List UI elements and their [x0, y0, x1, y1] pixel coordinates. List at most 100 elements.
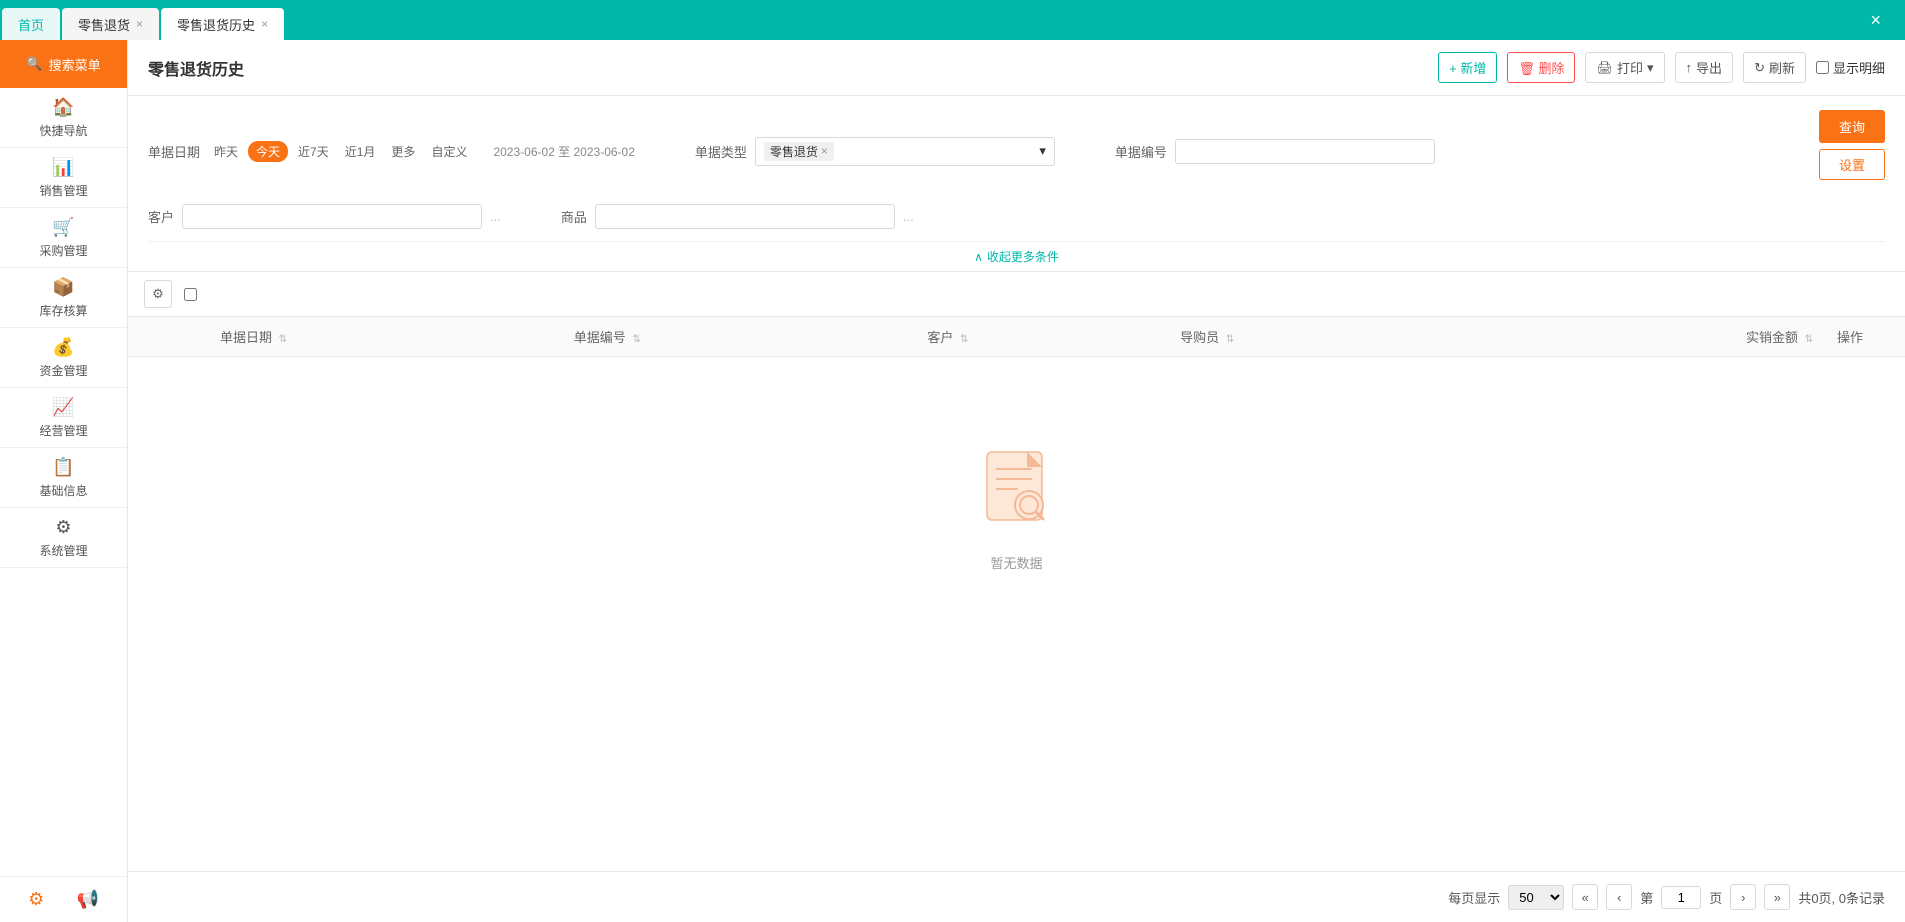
type-tag-text: 零售退货: [770, 143, 818, 160]
col-settings: [128, 317, 168, 357]
type-filter: 单据类型 零售退货 × ▾: [695, 137, 1055, 166]
col-customer-label: 客户: [927, 330, 953, 345]
date-btn-more[interactable]: 更多: [385, 141, 421, 162]
sidebar-item-purchase-label: 采购管理: [39, 242, 87, 259]
date-shortcuts: 昨天 今天 近7天 近1月 更多 自定义: [208, 141, 473, 162]
sidebar-item-purchase[interactable]: 🛒 采购管理: [0, 208, 127, 268]
select-all-checkbox[interactable]: [184, 288, 197, 301]
date-filter: 单据日期 昨天 今天 近7天 近1月 更多 自定义: [148, 141, 473, 162]
col-amount-sort-icon: ⇅: [1805, 334, 1813, 345]
type-tag-close[interactable]: ×: [821, 144, 828, 158]
col-date-sort-icon: ⇅: [279, 334, 287, 345]
sidebar-bottom: ⚙ 📢: [0, 876, 127, 922]
sidebar-search-label: 搜索菜单: [49, 55, 101, 74]
date-btn-today[interactable]: 今天: [248, 141, 288, 162]
tab-retail-return-history-close[interactable]: ×: [261, 17, 268, 31]
col-guide-header[interactable]: 导购员 ⇅: [1168, 317, 1471, 357]
next-page-button[interactable]: ›: [1730, 884, 1756, 910]
prev-page-button[interactable]: ‹: [1606, 884, 1632, 910]
goods-dots[interactable]: ...: [903, 209, 914, 224]
filter-area: 单据日期 昨天 今天 近7天 近1月 更多 自定义 2023-06-02 至 2…: [128, 96, 1905, 272]
col-amount-header[interactable]: 实销金额 ⇅: [1471, 317, 1825, 357]
show-detail-text: 显示明细: [1833, 58, 1885, 77]
col-date-header[interactable]: 单据日期 ⇅: [208, 317, 562, 357]
first-page-button[interactable]: «: [1572, 884, 1598, 910]
show-detail-label: 显示明细: [1816, 58, 1885, 77]
topbar: 首页 零售退货 × 零售退货历史 × ×: [0, 0, 1905, 40]
page-size-select[interactable]: 20 50 100: [1508, 885, 1564, 910]
print-label: 打印: [1617, 58, 1643, 77]
number-filter-label: 单据编号: [1115, 142, 1167, 161]
customer-filter-label: 客户: [148, 207, 174, 226]
customer-filter-input[interactable]: [182, 204, 482, 229]
collapse-button[interactable]: ∧ 收起更多条件: [148, 241, 1885, 271]
tab-home[interactable]: 首页: [2, 8, 60, 40]
sidebar-item-quick-nav[interactable]: 🏠 快捷导航: [0, 88, 127, 148]
current-page-input[interactable]: [1661, 886, 1701, 909]
tab-retail-return-history-label: 零售退货历史: [177, 15, 255, 34]
date-range-text: 2023-06-02 至 2023-06-02: [493, 143, 634, 160]
sidebar-item-sales-label: 销售管理: [39, 182, 87, 199]
print-button[interactable]: 🖨 打印 ▾: [1585, 52, 1664, 83]
window-close-button[interactable]: ×: [1862, 10, 1889, 31]
operations-icon: 📈: [52, 397, 74, 418]
table-gear-button[interactable]: ⚙: [144, 280, 172, 308]
sales-icon: 📊: [52, 157, 74, 178]
date-btn-7days[interactable]: 近7天: [292, 141, 335, 162]
page-word: 第: [1640, 888, 1653, 907]
sidebar-item-basic-info-label: 基础信息: [39, 482, 87, 499]
total-info: 共0页, 0条记录: [1798, 888, 1885, 907]
customer-dots[interactable]: ...: [490, 209, 501, 224]
sidebar: 🔍 搜索菜单 🏠 快捷导航 📊 销售管理 🛒 采购管理 📦 库存核算 💰 资金管…: [0, 40, 128, 922]
show-detail-checkbox[interactable]: [1816, 61, 1829, 74]
table-body: 暂无数据: [128, 357, 1905, 653]
type-select-chevron: ▾: [1039, 143, 1046, 159]
tab-retail-return-history[interactable]: 零售退货历史 ×: [161, 8, 284, 40]
col-customer-sort-icon: ⇅: [960, 334, 968, 345]
number-filter-input[interactable]: [1175, 139, 1435, 164]
speaker-icon[interactable]: 📢: [76, 889, 98, 910]
refresh-button[interactable]: ↻ 刷新: [1743, 52, 1806, 83]
col-checkbox-header: [168, 317, 208, 357]
col-actions-label: 操作: [1837, 330, 1863, 345]
tab-home-label: 首页: [18, 15, 44, 34]
tab-retail-return-close[interactable]: ×: [136, 17, 143, 31]
sidebar-item-operations[interactable]: 📈 经营管理: [0, 388, 127, 448]
tab-bar: 首页 零售退货 × 零售退货历史 ×: [0, 0, 1862, 40]
number-filter: 单据编号: [1115, 139, 1435, 164]
sidebar-item-finance[interactable]: 💰 资金管理: [0, 328, 127, 388]
query-button[interactable]: 查询: [1819, 110, 1885, 143]
col-number-header[interactable]: 单据编号 ⇅: [562, 317, 916, 357]
goods-filter-input[interactable]: [595, 204, 895, 229]
search-icon: 🔍: [26, 56, 42, 72]
export-button[interactable]: ↑ 导出: [1675, 52, 1734, 83]
set-button[interactable]: 设置: [1819, 149, 1885, 180]
type-filter-select[interactable]: 零售退货 × ▾: [755, 137, 1055, 166]
sidebar-item-finance-label: 资金管理: [39, 362, 87, 379]
sidebar-item-inventory[interactable]: 📦 库存核算: [0, 268, 127, 328]
goods-filter: 商品 ...: [561, 204, 914, 229]
sidebar-search[interactable]: 🔍 搜索菜单: [0, 40, 127, 88]
col-customer-header[interactable]: 客户 ⇅: [915, 317, 1168, 357]
sidebar-item-inventory-label: 库存核算: [39, 302, 87, 319]
header-actions: + 新增 🗑 删除 🖨 打印 ▾ ↑ 导出 ↻ 刷新 显示明细: [1438, 52, 1885, 83]
date-btn-1month[interactable]: 近1月: [339, 141, 382, 162]
new-button[interactable]: + 新增: [1438, 52, 1497, 83]
main-content: 零售退货历史 + 新增 🗑 删除 🖨 打印 ▾ ↑ 导出 ↻ 刷新: [128, 40, 1905, 922]
date-btn-yesterday[interactable]: 昨天: [208, 141, 244, 162]
sidebar-item-system[interactable]: ⚙ 系统管理: [0, 508, 127, 568]
tab-retail-return[interactable]: 零售退货 ×: [62, 8, 159, 40]
delete-button[interactable]: 🗑 删除: [1507, 52, 1575, 83]
sidebar-item-basic-info[interactable]: 📋 基础信息: [0, 448, 127, 508]
table-header: 单据日期 ⇅ 单据编号 ⇅ 客户 ⇅ 导购员 ⇅: [128, 317, 1905, 357]
date-btn-custom[interactable]: 自定义: [425, 141, 473, 162]
page-title: 零售退货历史: [148, 56, 244, 80]
last-page-button[interactable]: »: [1764, 884, 1790, 910]
print-icon: 🖨: [1596, 60, 1613, 76]
type-filter-label: 单据类型: [695, 142, 747, 161]
col-number-sort-icon: ⇅: [632, 334, 640, 345]
filter-row-2: 客户 ... 商品 ...: [148, 204, 1885, 229]
sidebar-item-sales[interactable]: 📊 销售管理: [0, 148, 127, 208]
finance-icon: 💰: [52, 337, 74, 358]
settings-icon[interactable]: ⚙: [28, 889, 44, 910]
